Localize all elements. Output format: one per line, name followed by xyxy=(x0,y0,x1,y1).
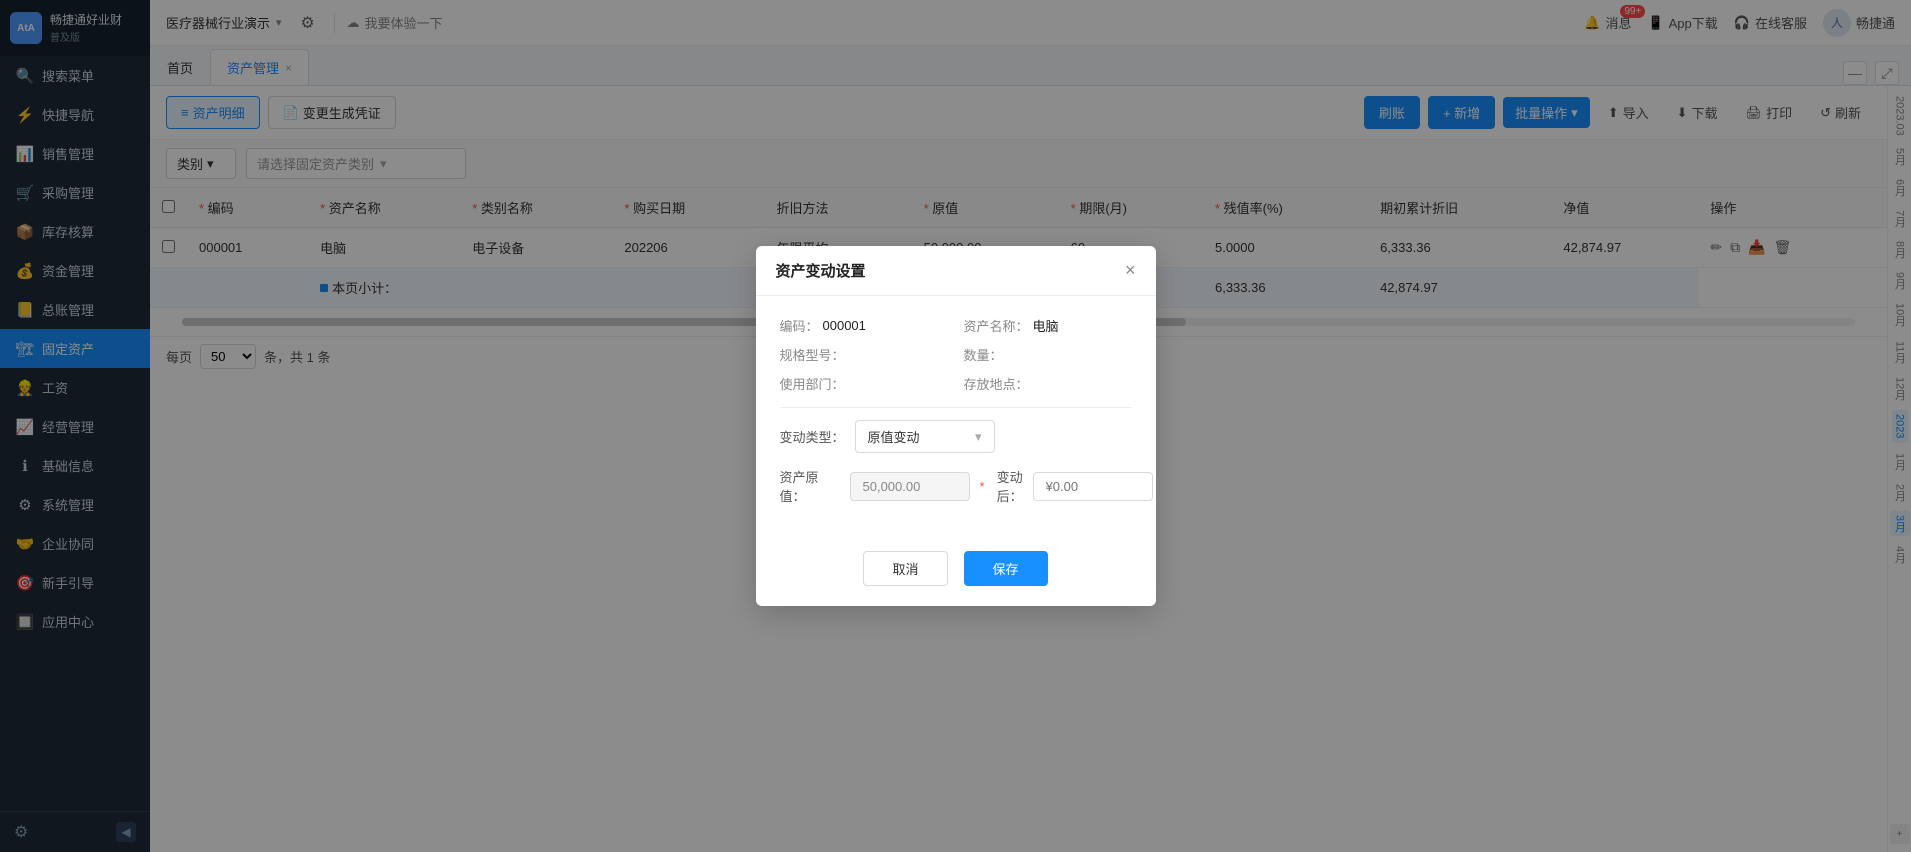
modal-location-item: 存放地点： xyxy=(964,374,1132,393)
modal-code-item: 编码： 000001 xyxy=(780,316,948,335)
modal-quantity-item: 数量： xyxy=(964,345,1132,364)
modal-dept-item: 使用部门： xyxy=(780,374,948,393)
change-type-select[interactable]: 原值变动 ▾ xyxy=(855,420,995,453)
modal-spec-label: 规格型号： xyxy=(780,345,845,364)
after-change-input[interactable] xyxy=(1033,472,1153,501)
modal-asset-name-item: 资产名称： 电脑 xyxy=(964,316,1132,335)
modal-info-grid: 编码： 000001 资产名称： 电脑 规格型号： 数量： 使用部门： xyxy=(780,316,1132,393)
change-type-row: 变动类型： 原值变动 ▾ xyxy=(780,420,1132,453)
modal-asset-name-value: 电脑 xyxy=(1033,316,1059,335)
change-type-chevron-icon: ▾ xyxy=(975,429,982,445)
modal-title: 资产变动设置 xyxy=(776,260,866,281)
modal-divider xyxy=(780,407,1132,408)
modal-footer: 取消 保存 xyxy=(756,539,1156,606)
modal-body: 编码： 000001 资产名称： 电脑 规格型号： 数量： 使用部门： xyxy=(756,296,1156,539)
original-value-row: 资产原值： * 变动后： xyxy=(780,467,1132,505)
required-star: * xyxy=(980,479,985,494)
original-value-label: 资产原值： xyxy=(780,467,840,505)
modal-dept-label: 使用部门： xyxy=(780,374,845,393)
original-value-input xyxy=(850,472,970,501)
modal-quantity-label: 数量： xyxy=(964,345,1003,364)
save-button[interactable]: 保存 xyxy=(964,551,1048,586)
modal-overlay: 资产变动设置 × 编码： 000001 资产名称： 电脑 规格型号： 数量： xyxy=(0,0,1911,852)
cancel-button[interactable]: 取消 xyxy=(863,551,947,586)
modal-code-label: 编码： xyxy=(780,316,819,335)
modal-header: 资产变动设置 × xyxy=(756,246,1156,296)
change-type-value: 原值变动 xyxy=(868,427,920,446)
after-change-label: 变动后： xyxy=(997,467,1023,505)
asset-change-modal: 资产变动设置 × 编码： 000001 资产名称： 电脑 规格型号： 数量： xyxy=(756,246,1156,606)
modal-location-label: 存放地点： xyxy=(964,374,1029,393)
change-type-label: 变动类型： xyxy=(780,427,845,446)
modal-spec-item: 规格型号： xyxy=(780,345,948,364)
modal-asset-name-label: 资产名称： xyxy=(964,316,1029,335)
modal-code-value: 000001 xyxy=(823,318,866,333)
modal-close-btn[interactable]: × xyxy=(1125,260,1136,281)
